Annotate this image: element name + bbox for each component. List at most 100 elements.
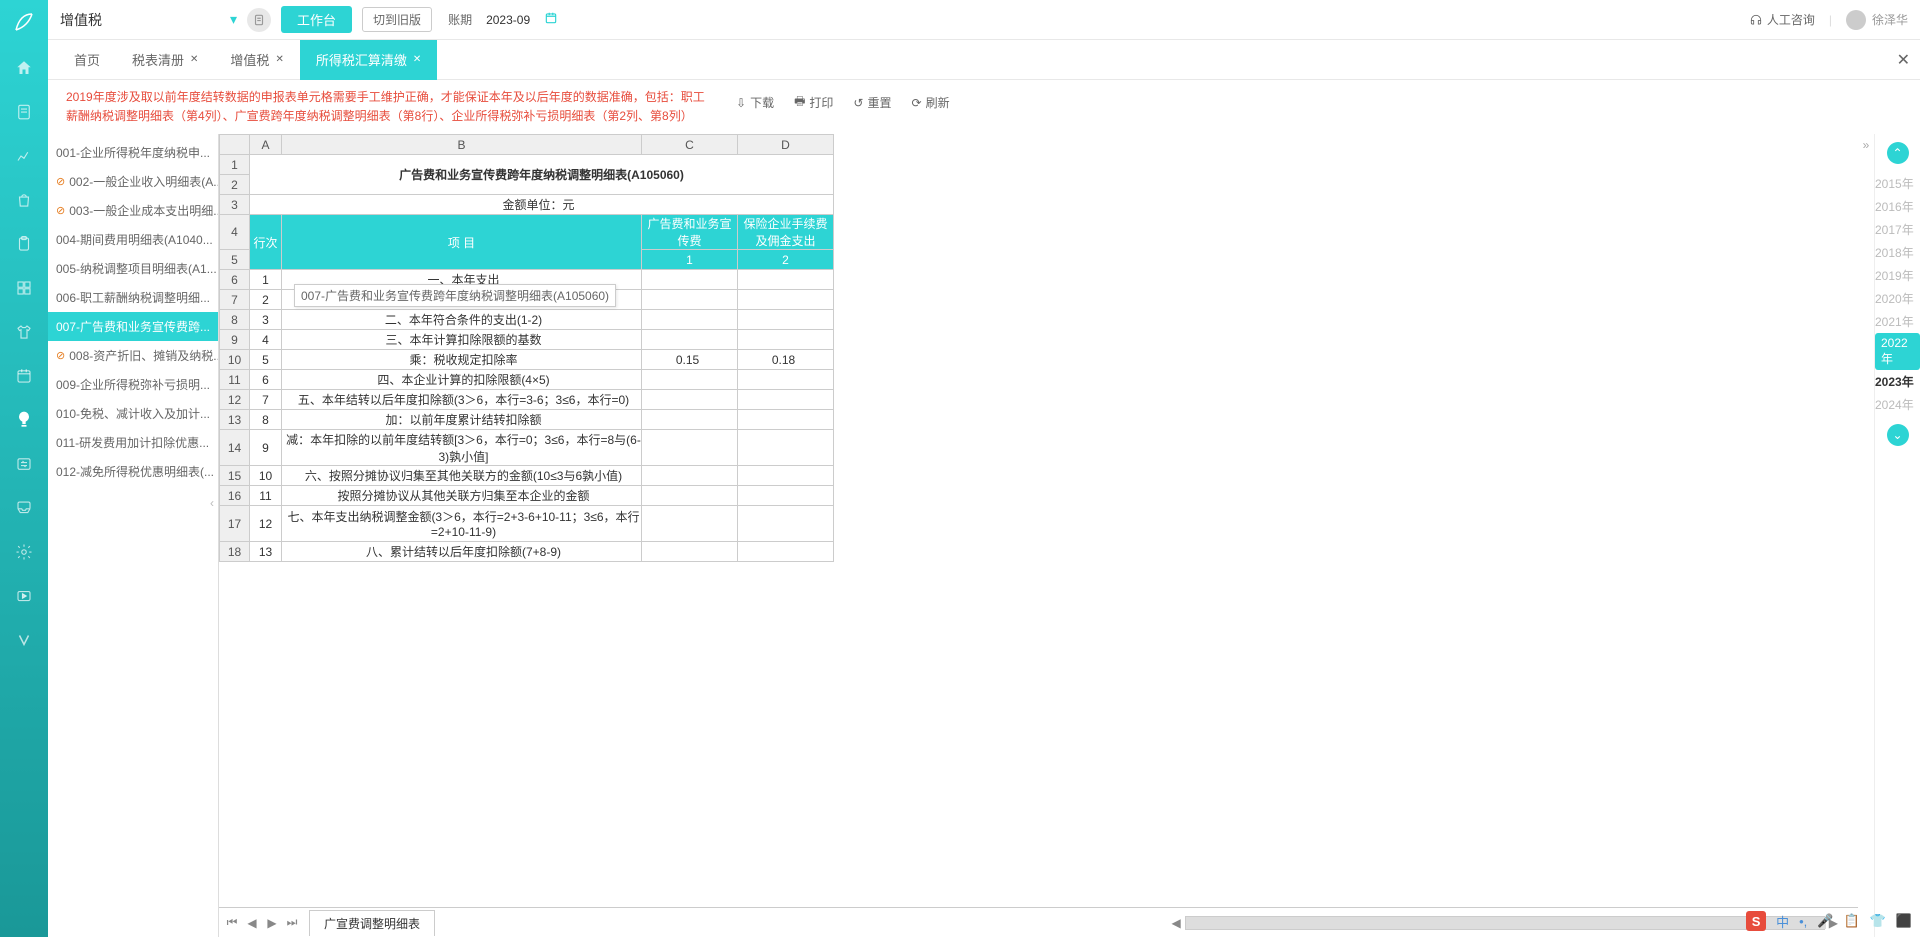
cell[interactable]: 八、累计结转以后年度扣除额(7+8-9) xyxy=(282,542,642,562)
form-item-2[interactable]: ⊘003-一般企业成本支出明细... xyxy=(48,196,218,225)
cell[interactable]: 三、本年计算扣除限额的基数 xyxy=(282,330,642,350)
tab-tax-list[interactable]: 税表清册✕ xyxy=(116,40,214,80)
cell[interactable]: 11 xyxy=(250,486,282,506)
cell[interactable] xyxy=(738,330,834,350)
consult-link[interactable]: 人工咨询 xyxy=(1749,11,1815,28)
nav-doc-icon[interactable] xyxy=(12,100,36,124)
cell[interactable]: 1 xyxy=(220,155,250,175)
cell[interactable] xyxy=(642,310,738,330)
nav-settings-icon[interactable] xyxy=(12,540,36,564)
nav-video-icon[interactable] xyxy=(12,584,36,608)
cell[interactable]: 1 xyxy=(642,250,738,270)
cell[interactable]: 7 xyxy=(250,390,282,410)
print-link[interactable]: 🖶打印 xyxy=(794,92,833,113)
cell[interactable]: 减：本年扣除的以前年度结转额[3＞6，本行=0；3≤6，本行=8与(6-3)孰小… xyxy=(282,430,642,466)
switch-old-button[interactable]: 切到旧版 xyxy=(362,7,432,32)
cell[interactable]: 5 xyxy=(220,250,250,270)
cell[interactable]: B xyxy=(282,135,642,155)
nav-home-icon[interactable] xyxy=(12,56,36,80)
ime-mic-icon[interactable]: 🎤 xyxy=(1817,913,1833,929)
cell[interactable] xyxy=(738,466,834,486)
form-item-4[interactable]: 005-纳税调整项目明细表(A1... xyxy=(48,254,218,283)
cell[interactable] xyxy=(738,506,834,542)
cell[interactable]: 六、按照分摊协议归集至其他关联方的金额(10≤3与6孰小值) xyxy=(282,466,642,486)
cell[interactable]: 2 xyxy=(738,250,834,270)
nav-clipboard-icon[interactable] xyxy=(12,232,36,256)
close-all-icon[interactable]: ✕ xyxy=(1897,50,1910,70)
form-item-7[interactable]: ⊘008-资产折旧、摊销及纳税... xyxy=(48,341,218,370)
cell[interactable]: 11 xyxy=(220,370,250,390)
ime-punct[interactable]: •, xyxy=(1799,914,1807,929)
cell[interactable]: 9 xyxy=(250,430,282,466)
sheet-nav-prev-icon[interactable]: ◀ xyxy=(243,916,261,930)
cell[interactable]: 17 xyxy=(220,506,250,542)
sheet-nav-last-icon[interactable]: ⏭ xyxy=(283,915,301,930)
cell[interactable]: 按照分摊协议从其他关联方归集至本企业的金额 xyxy=(282,486,642,506)
cell[interactable] xyxy=(738,270,834,290)
nav-v-icon[interactable] xyxy=(12,628,36,652)
cell[interactable]: 4 xyxy=(220,215,250,250)
ime-grid-icon[interactable]: ⬛ xyxy=(1896,913,1912,929)
refresh-link[interactable]: ⟳刷新 xyxy=(912,94,950,111)
cell[interactable]: 乘：税收规定扣除率 xyxy=(282,350,642,370)
cell[interactable]: 五、本年结转以后年度扣除额(3＞6，本行=3-6；3≤6，本行=0) xyxy=(282,390,642,410)
sheet-nav-next-icon[interactable]: ▶ xyxy=(263,916,281,930)
cell[interactable]: 广告费和业务宣传费跨年度纳税调整明细表(A105060) xyxy=(250,155,834,195)
cell[interactable]: 6 xyxy=(220,270,250,290)
close-icon[interactable]: ✕ xyxy=(413,54,421,65)
cell[interactable] xyxy=(642,506,738,542)
year-item[interactable]: 2018年 xyxy=(1875,241,1920,264)
hscroll-left-icon[interactable]: ◀ xyxy=(1172,916,1181,930)
cell[interactable]: 12 xyxy=(220,390,250,410)
cell[interactable] xyxy=(642,410,738,430)
ime-logo-icon[interactable]: S xyxy=(1746,911,1766,931)
cell[interactable]: 9 xyxy=(220,330,250,350)
cell[interactable] xyxy=(642,370,738,390)
nav-inbox-icon[interactable] xyxy=(12,496,36,520)
form-item-5[interactable]: 006-职工薪酬纳税调整明细... xyxy=(48,283,218,312)
cell[interactable]: 5 xyxy=(250,350,282,370)
module-dropdown-icon[interactable]: ▾ xyxy=(230,11,237,28)
header-doc-icon[interactable] xyxy=(247,8,271,32)
year-item[interactable]: 2015年 xyxy=(1875,172,1920,195)
cell[interactable]: 15 xyxy=(220,466,250,486)
cell[interactable]: 加：以前年度累计结转扣除额 xyxy=(282,410,642,430)
cell[interactable]: 18 xyxy=(220,542,250,562)
cell[interactable] xyxy=(642,542,738,562)
workspace-button[interactable]: 工作台 xyxy=(281,6,352,33)
cell[interactable]: 16 xyxy=(220,486,250,506)
cell[interactable] xyxy=(738,486,834,506)
expand-right-icon[interactable]: » xyxy=(1858,134,1874,937)
cell[interactable]: A xyxy=(250,135,282,155)
cell[interactable]: 3 xyxy=(220,195,250,215)
cell[interactable] xyxy=(220,135,250,155)
year-item[interactable]: 2022年 xyxy=(1875,333,1920,370)
reset-link[interactable]: ↺重置 xyxy=(853,94,891,111)
cell[interactable]: 四、本企业计算的扣除限额(4×5) xyxy=(282,370,642,390)
cell[interactable] xyxy=(738,542,834,562)
cell[interactable]: 0.15 xyxy=(642,350,738,370)
ime-skin-icon[interactable]: 👕 xyxy=(1870,913,1886,929)
cell[interactable]: 1 xyxy=(250,270,282,290)
sheet-tab[interactable]: 广宣费调整明细表 xyxy=(309,910,435,936)
cell[interactable]: 10 xyxy=(250,466,282,486)
nav-calendar-icon[interactable] xyxy=(12,364,36,388)
ime-lang[interactable]: 中 xyxy=(1776,912,1789,931)
cell[interactable] xyxy=(642,486,738,506)
cell[interactable]: 0.18 xyxy=(738,350,834,370)
form-item-8[interactable]: 009-企业所得税弥补亏损明... xyxy=(48,370,218,399)
cell[interactable] xyxy=(738,410,834,430)
nav-transfer-icon[interactable] xyxy=(12,452,36,476)
cell[interactable]: 七、本年支出纳税调整金额(3＞6，本行=2+3-6+10-11；3≤6，本行=2… xyxy=(282,506,642,542)
form-item-6[interactable]: 007-广告费和业务宣传费跨... xyxy=(48,312,218,341)
cell[interactable] xyxy=(738,310,834,330)
cell[interactable]: 二、本年符合条件的支出(1-2) xyxy=(282,310,642,330)
cell[interactable]: 14 xyxy=(220,430,250,466)
cell[interactable]: 8 xyxy=(220,310,250,330)
cell[interactable]: C xyxy=(642,135,738,155)
cell[interactable]: 2 xyxy=(220,175,250,195)
form-item-10[interactable]: 011-研发费用加计扣除优惠... xyxy=(48,428,218,457)
cell[interactable]: 项 目 xyxy=(282,215,642,270)
nav-tax-icon[interactable] xyxy=(12,408,36,432)
cell[interactable]: 2 xyxy=(250,290,282,310)
